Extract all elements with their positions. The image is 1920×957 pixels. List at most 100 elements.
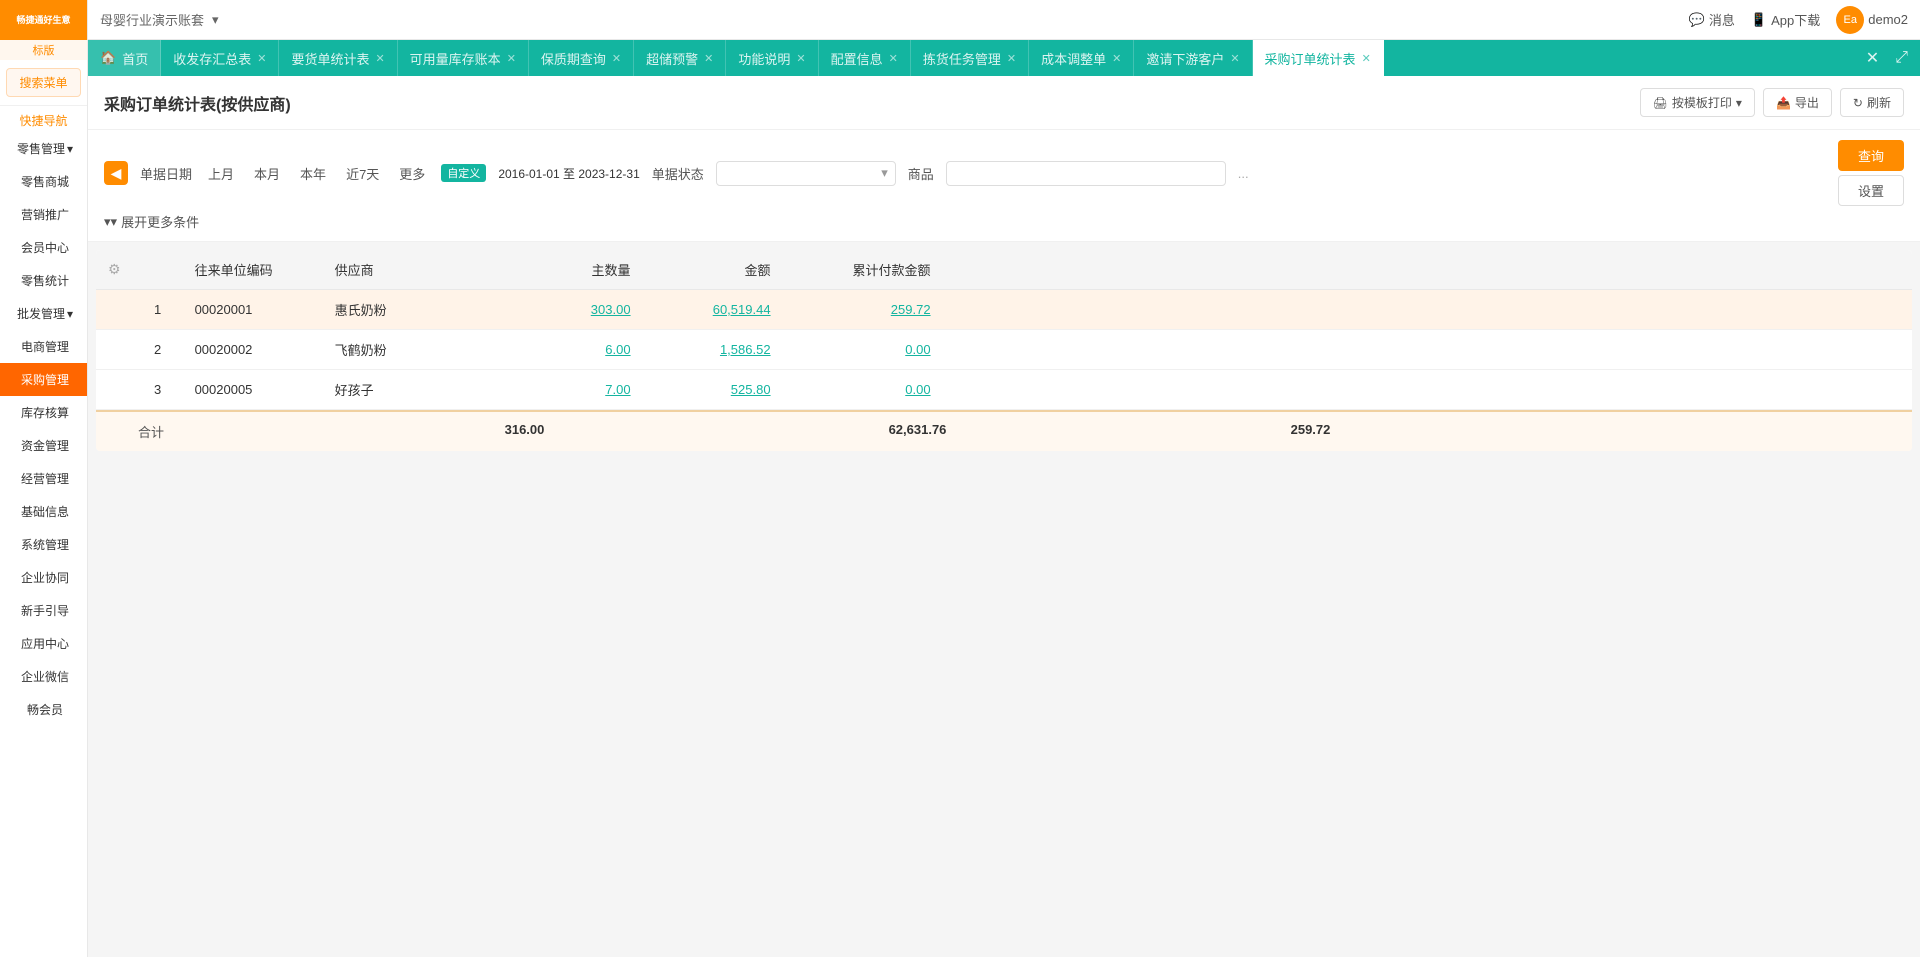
- tab-receive[interactable]: 收发存汇总表 ✕: [161, 40, 279, 76]
- tab-expiry[interactable]: 保质期查询 ✕: [529, 40, 634, 76]
- tab-purchase-order-stat-close[interactable]: ✕: [1362, 52, 1371, 65]
- logo-image: 畅捷通好生意: [14, 4, 74, 36]
- data-table-wrap: ⚙ 往来单位编码 供应商 主数量 金额 累计付款金额 1 00020001: [96, 250, 1912, 451]
- settings-button[interactable]: 设置: [1838, 175, 1904, 206]
- store-name: 母婴行业演示账套: [100, 10, 204, 29]
- col-qty-header: 主数量: [523, 250, 643, 290]
- tab-holding[interactable]: 拣货任务管理 ✕: [911, 40, 1029, 76]
- tab-purchase-order-stat[interactable]: 采购订单统计表 ✕: [1253, 40, 1384, 76]
- row-paid: 0.00: [783, 330, 943, 370]
- footer-amount: 62,631.76: [721, 422, 1114, 441]
- message-button[interactable]: 💬 消息: [1689, 10, 1735, 29]
- row-paid: 0.00: [783, 370, 943, 410]
- tab-cost-adj-close[interactable]: ✕: [1112, 52, 1121, 65]
- shortcut-this-year[interactable]: 本年: [296, 162, 330, 185]
- home-icon: 🏠: [100, 50, 116, 66]
- sidebar-item-retail[interactable]: 零售管理 ▾: [0, 132, 87, 165]
- sidebar-item-finance-label: 资金管理: [21, 439, 69, 453]
- sidebar-item-operations[interactable]: 经营管理: [0, 462, 87, 495]
- table-row[interactable]: 1 00020001 惠氏奶粉 303.00 60,519.44 259.72: [96, 290, 1912, 330]
- status-select[interactable]: [716, 161, 896, 186]
- username: demo2: [1868, 12, 1908, 27]
- tab-close-all-button[interactable]: ✕: [1862, 48, 1883, 68]
- query-button[interactable]: 查询: [1838, 140, 1904, 171]
- table-row[interactable]: 2 00020002 飞鹤奶粉 6.00 1,586.52 0.00: [96, 330, 1912, 370]
- footer-spacer: [1507, 422, 1900, 441]
- chevron-down-icon: ▾: [67, 142, 73, 156]
- store-selector[interactable]: 母婴行业演示账套 ▾: [100, 10, 219, 29]
- sidebar-item-system[interactable]: 系统管理: [0, 528, 87, 561]
- tab-available-stock-label: 可用量库存账本: [410, 49, 501, 68]
- app-download-button[interactable]: 📱 App下载: [1751, 10, 1820, 29]
- sidebar: 畅捷通好生意 标版 搜索菜单 快捷导航 零售管理 ▾ 零售商城 营销推广 会员中…: [0, 0, 88, 957]
- sidebar-item-newbie[interactable]: 新手引导: [0, 594, 87, 627]
- tab-maximize-button[interactable]: ⤢: [1891, 49, 1912, 67]
- tab-overstock-close[interactable]: ✕: [704, 52, 713, 65]
- tab-receive-label: 收发存汇总表: [173, 49, 251, 68]
- sidebar-item-app-center[interactable]: 应用中心: [0, 627, 87, 660]
- sidebar-item-retail-shop[interactable]: 零售商城: [0, 165, 87, 198]
- more-filter-icon[interactable]: ...: [1238, 166, 1249, 181]
- tab-cost-adj-label: 成本调整单: [1041, 49, 1106, 68]
- shortcut-this-month[interactable]: 本月: [250, 162, 284, 185]
- status-select-wrap: [716, 161, 896, 186]
- tab-available-stock-close[interactable]: ✕: [507, 52, 516, 65]
- shortcut-more[interactable]: 更多: [395, 162, 429, 185]
- shortcut-last-month[interactable]: 上月: [204, 162, 238, 185]
- sidebar-item-retail-stat[interactable]: 零售统计: [0, 264, 87, 297]
- filter-toggle-button[interactable]: ◀: [104, 161, 128, 185]
- tab-config-close[interactable]: ✕: [889, 52, 898, 65]
- tab-home[interactable]: 🏠 首页: [88, 40, 161, 76]
- tab-purchase-stat[interactable]: 要货单统计表 ✕: [279, 40, 397, 76]
- sidebar-item-wholesale-label: 批发管理: [17, 305, 65, 322]
- sidebar-item-basic[interactable]: 基础信息: [0, 495, 87, 528]
- sidebar-item-wholesale[interactable]: 批发管理 ▾: [0, 297, 87, 330]
- print-button[interactable]: 🖨 按模板打印 ▾: [1640, 88, 1755, 117]
- sidebar-item-member[interactable]: 会员中心: [0, 231, 87, 264]
- goods-input[interactable]: [946, 161, 1226, 186]
- tab-purchase-stat-close[interactable]: ✕: [375, 52, 384, 65]
- sidebar-item-inventory[interactable]: 库存核算: [0, 396, 87, 429]
- tab-func-desc[interactable]: 功能说明 ✕: [726, 40, 818, 76]
- sidebar-item-finance[interactable]: 资金管理: [0, 429, 87, 462]
- quick-nav-label[interactable]: 快捷导航: [0, 106, 87, 132]
- tab-config[interactable]: 配置信息 ✕: [819, 40, 911, 76]
- row-amount: 60,519.44: [643, 290, 783, 330]
- row-num: 2: [133, 330, 183, 370]
- tab-overstock[interactable]: 超储预警 ✕: [634, 40, 726, 76]
- data-table: ⚙ 往来单位编码 供应商 主数量 金额 累计付款金额 1 00020001: [96, 250, 1912, 410]
- tab-cost-adj[interactable]: 成本调整单 ✕: [1029, 40, 1134, 76]
- sidebar-item-purchase[interactable]: 采购管理: [0, 363, 87, 396]
- col-settings-icon[interactable]: ⚙: [108, 261, 121, 277]
- tab-func-desc-label: 功能说明: [738, 49, 790, 68]
- expand-more-button[interactable]: ▾▾ 展开更多条件: [104, 206, 1904, 231]
- sidebar-item-enterprise-wx[interactable]: 企业微信: [0, 660, 87, 693]
- sidebar-item-ecommerce[interactable]: 电商管理: [0, 330, 87, 363]
- tab-invite-close[interactable]: ✕: [1230, 52, 1239, 65]
- tab-available-stock[interactable]: 可用量库存账本 ✕: [398, 40, 529, 76]
- table-row[interactable]: 3 00020005 好孩子 7.00 525.80 0.00: [96, 370, 1912, 410]
- row-qty: 6.00: [523, 330, 643, 370]
- expand-label: 展开更多条件: [121, 212, 199, 231]
- refresh-button[interactable]: ↻ 刷新: [1840, 88, 1904, 117]
- tab-func-desc-close[interactable]: ✕: [796, 52, 805, 65]
- sidebar-item-app-center-label: 应用中心: [21, 637, 69, 651]
- export-button[interactable]: 📤 导出: [1763, 88, 1832, 117]
- date-badge[interactable]: 自定义: [441, 164, 486, 182]
- sidebar-item-vip[interactable]: 畅会员: [0, 693, 87, 726]
- tab-holding-close[interactable]: ✕: [1007, 52, 1016, 65]
- sidebar-item-marketing[interactable]: 营销推广: [0, 198, 87, 231]
- tab-expiry-label: 保质期查询: [541, 49, 606, 68]
- tab-expiry-close[interactable]: ✕: [612, 52, 621, 65]
- row-amount: 1,586.52: [643, 330, 783, 370]
- tab-receive-close[interactable]: ✕: [257, 52, 266, 65]
- logo-subtitle: 标版: [0, 40, 87, 60]
- user-menu[interactable]: Ea demo2: [1836, 6, 1908, 34]
- tab-bar: 🏠 首页 收发存汇总表 ✕ 要货单统计表 ✕ 可用量库存账本 ✕ 保质期查询 ✕…: [88, 40, 1920, 76]
- sidebar-item-enterprise[interactable]: 企业协同: [0, 561, 87, 594]
- goods-label: 商品: [908, 164, 934, 183]
- search-menu-button[interactable]: 搜索菜单: [6, 68, 81, 97]
- message-icon: 💬: [1689, 12, 1705, 28]
- shortcut-7days[interactable]: 近7天: [342, 162, 383, 185]
- tab-invite[interactable]: 邀请下游客户 ✕: [1134, 40, 1252, 76]
